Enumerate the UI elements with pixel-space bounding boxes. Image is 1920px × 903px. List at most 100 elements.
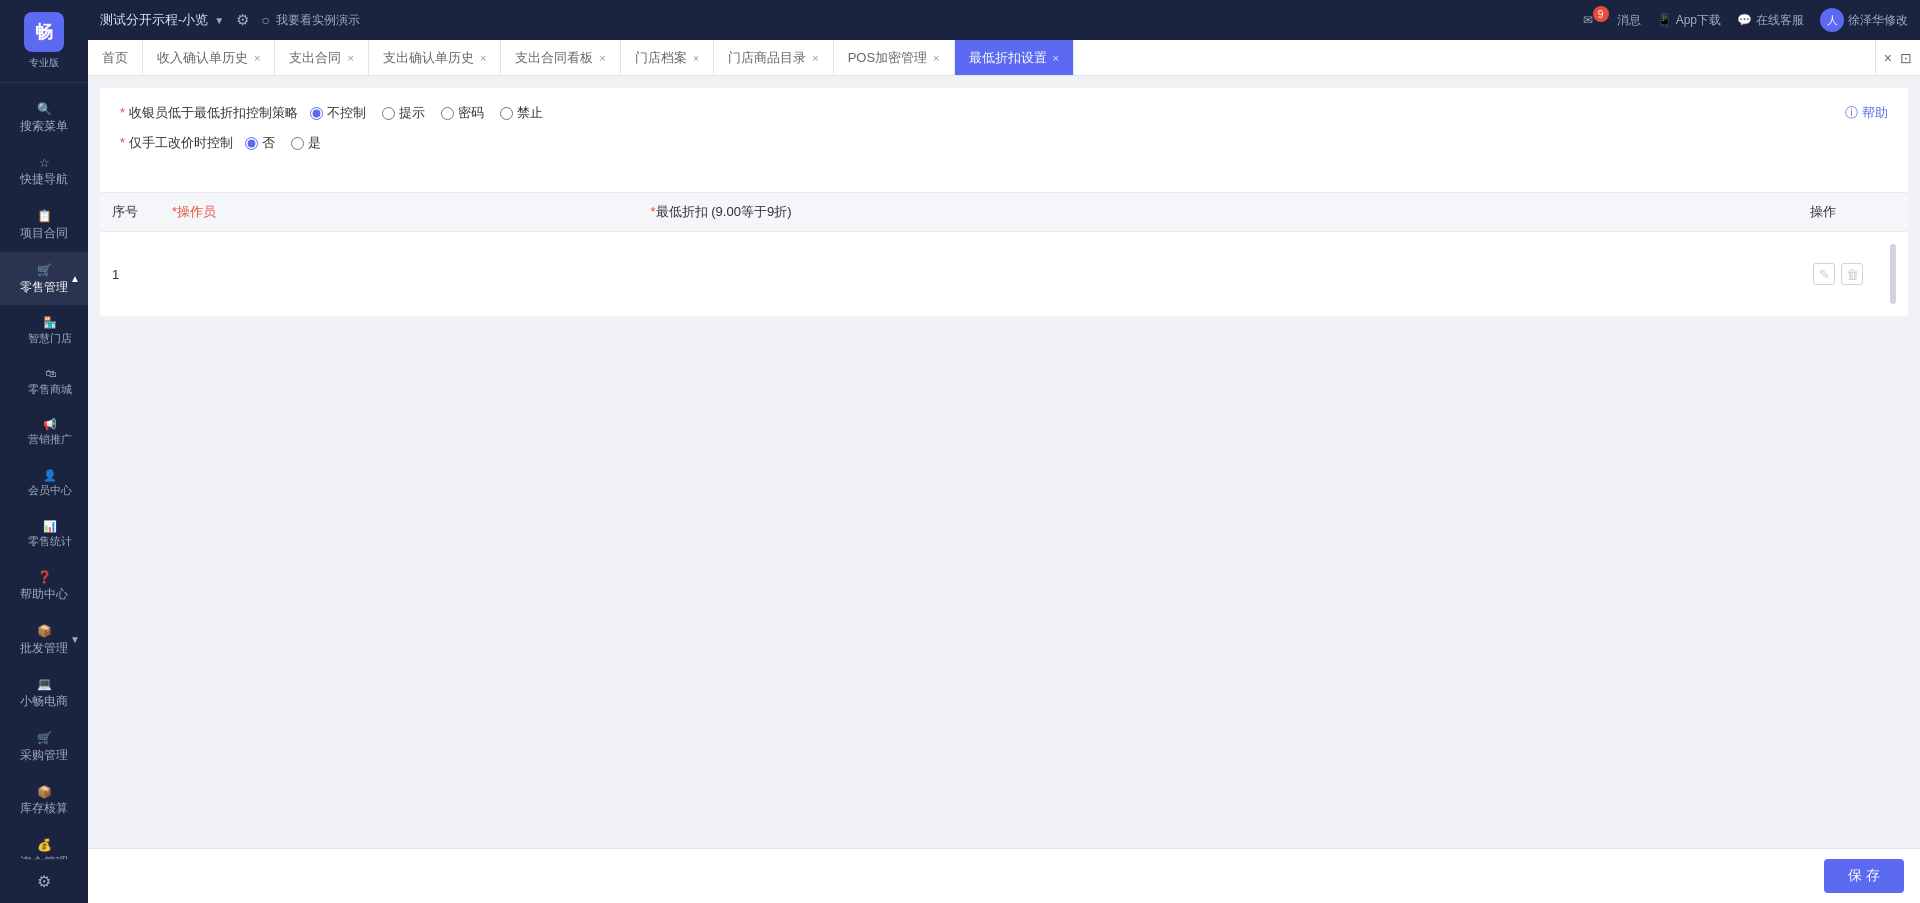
delete-icon[interactable]: 🗑 (1841, 263, 1863, 285)
tab-payment-contract-label: 支出合同 (289, 49, 341, 67)
sidebar-item-retail-mgmt[interactable]: 🛒 零售管理 ▲ (0, 252, 88, 306)
project-dropdown-icon: ▼ (214, 15, 224, 26)
col-discount-header: *最低折扣 (9.00等于9折) (639, 193, 1798, 232)
tab-min-discount-label: 最低折扣设置 (969, 49, 1047, 67)
sidebar: 畅 专业版 🔍 搜索菜单 ☆ 快捷导航 📋 项目合同 🛒 零售管理 ▲ 🏪 智慧… (0, 0, 88, 903)
demo-text: 我要看实例演示 (276, 12, 360, 29)
radio-manual-yes-input[interactable] (291, 137, 304, 150)
sidebar-item-search[interactable]: 🔍 搜索菜单 (0, 91, 88, 145)
sidebar-item-finance[interactable]: 💰 资金管理 (0, 827, 88, 859)
stats-icon: 📊 (43, 519, 57, 534)
app-download-label: App下载 (1676, 12, 1721, 29)
form-section: 收银员低于最低折扣控制策略 不控制 提示 密码 (100, 88, 1908, 180)
retail-icon: 🛒 (37, 262, 52, 279)
sidebar-item-label: 营销推广 (28, 432, 72, 447)
tab-payment-history[interactable]: 支出确认单历史 × (369, 40, 501, 75)
demo-icon: ○ (261, 12, 269, 28)
help-link[interactable]: ⓘ 帮助 (1845, 104, 1888, 122)
tab-store-product-close[interactable]: × (812, 52, 818, 64)
radio-manual-yes-label: 是 (308, 134, 321, 152)
radio-password-input[interactable] (441, 107, 454, 120)
message-button[interactable]: ✉ 9 消息 (1583, 12, 1641, 29)
project-selector[interactable]: 测试分开示程-小览 ▼ (100, 11, 224, 29)
tab-payment-history-label: 支出确认单历史 (383, 49, 474, 67)
tab-income-history-label: 收入确认单历史 (157, 49, 248, 67)
radio-forbid-input[interactable] (500, 107, 513, 120)
sidebar-item-quick-nav[interactable]: ☆ 快捷导航 (0, 145, 88, 199)
user-name: 徐泽华修改 (1848, 12, 1908, 29)
sidebar-item-online-shop[interactable]: 🛍 零售商城 (0, 356, 88, 407)
sidebar-item-label: 采购管理 (20, 747, 68, 764)
radio-no-control[interactable]: 不控制 (310, 104, 366, 122)
edit-icon[interactable]: ✎ (1813, 263, 1835, 285)
radio-no-control-input[interactable] (310, 107, 323, 120)
tab-min-discount[interactable]: 最低折扣设置 × (955, 40, 1074, 75)
cell-operator (160, 232, 639, 317)
help-label: 帮助 (1862, 104, 1888, 122)
tab-store-file[interactable]: 门店档案 × (621, 40, 714, 75)
sidebar-item-member-center[interactable]: 👤 会员中心 (0, 458, 88, 509)
radio-manual-no[interactable]: 否 (245, 134, 275, 152)
customer-service-button[interactable]: 💬 在线客服 (1737, 12, 1804, 29)
table-scrollbar[interactable] (1890, 244, 1896, 304)
radio-remind-input[interactable] (382, 107, 395, 120)
sidebar-item-retail-stats[interactable]: 📊 零售统计 (0, 509, 88, 560)
tab-pos-password-close[interactable]: × (933, 52, 939, 64)
tab-payment-contract-close[interactable]: × (347, 52, 353, 64)
radio-forbid[interactable]: 禁止 (500, 104, 543, 122)
cashier-policy-radio-group: 不控制 提示 密码 禁止 (310, 104, 543, 122)
tab-income-history-close[interactable]: × (254, 52, 260, 64)
sidebar-item-ecommerce[interactable]: 💻 小畅电商 (0, 666, 88, 720)
app-download-button[interactable]: 📱 App下载 (1657, 12, 1721, 29)
tab-payment-board[interactable]: 支出合同看板 × (501, 40, 620, 75)
sidebar-item-label: 项目合同 (20, 225, 68, 242)
maximize-tab-icon[interactable]: ⊡ (1900, 50, 1912, 66)
settings-icon[interactable]: ⚙ (37, 872, 51, 891)
sidebar-item-inventory[interactable]: 📦 库存核算 (0, 774, 88, 828)
footer: 保 存 (88, 848, 1920, 903)
save-button[interactable]: 保 存 (1824, 859, 1904, 893)
sidebar-item-label: 批发管理 (20, 640, 68, 657)
radio-manual-no-input[interactable] (245, 137, 258, 150)
topbar-settings-icon[interactable]: ⚙ (236, 11, 249, 29)
radio-manual-yes[interactable]: 是 (291, 134, 321, 152)
message-label: 消息 (1617, 12, 1641, 29)
sidebar-item-help-center[interactable]: ❓ 帮助中心 (0, 559, 88, 613)
cell-discount (639, 232, 1798, 317)
radio-password[interactable]: 密码 (441, 104, 484, 122)
tab-store-file-close[interactable]: × (693, 52, 699, 64)
sidebar-bottom: ⚙ (25, 859, 63, 903)
col-scrollbar-header (1878, 193, 1908, 232)
quick-nav-icon: ☆ (39, 155, 50, 172)
topbar-right: ✉ 9 消息 📱 App下载 💬 在线客服 人 徐泽华修改 (1583, 8, 1908, 32)
tab-store-product-label: 门店商品目录 (728, 49, 806, 67)
scrollbar-cell (1878, 232, 1908, 317)
tab-store-product[interactable]: 门店商品目录 × (714, 40, 833, 75)
sidebar-item-label: 会员中心 (28, 483, 72, 498)
user-menu[interactable]: 人 徐泽华修改 (1820, 8, 1908, 32)
tab-pos-password[interactable]: POS加密管理 × (834, 40, 955, 75)
topbar-left: 测试分开示程-小览 ▼ ⚙ ○ 我要看实例演示 (100, 11, 360, 29)
col-operator-header: *操作员 (160, 193, 639, 232)
sidebar-item-label: 零售统计 (28, 534, 72, 549)
close-tab-icon[interactable]: × (1884, 50, 1892, 66)
tab-store-file-label: 门店档案 (635, 49, 687, 67)
online-shop-icon: 🛍 (45, 366, 56, 381)
radio-remind[interactable]: 提示 (382, 104, 425, 122)
radio-no-control-label: 不控制 (327, 104, 366, 122)
sidebar-item-marketing[interactable]: 📢 营销推广 (0, 407, 88, 458)
demo-link[interactable]: ○ 我要看实例演示 (261, 12, 359, 29)
sidebar-item-label: 零售管理 (20, 279, 68, 296)
tab-payment-board-close[interactable]: × (599, 52, 605, 64)
sidebar-item-purchase[interactable]: 🛒 采购管理 (0, 720, 88, 774)
tab-payment-contract[interactable]: 支出合同 × (275, 40, 368, 75)
sidebar-item-project-contract[interactable]: 📋 项目合同 (0, 198, 88, 252)
tab-min-discount-close[interactable]: × (1053, 52, 1059, 64)
inventory-icon: 📦 (37, 784, 52, 801)
tab-income-history[interactable]: 收入确认单历史 × (143, 40, 275, 75)
tab-payment-history-close[interactable]: × (480, 52, 486, 64)
sidebar-item-smart-store[interactable]: 🏪 智慧门店 (0, 305, 88, 356)
tab-home[interactable]: 首页 (88, 40, 143, 75)
cell-seq: 1 (100, 232, 160, 317)
sidebar-item-wholesale[interactable]: 📦 批发管理 ▼ (0, 613, 88, 667)
